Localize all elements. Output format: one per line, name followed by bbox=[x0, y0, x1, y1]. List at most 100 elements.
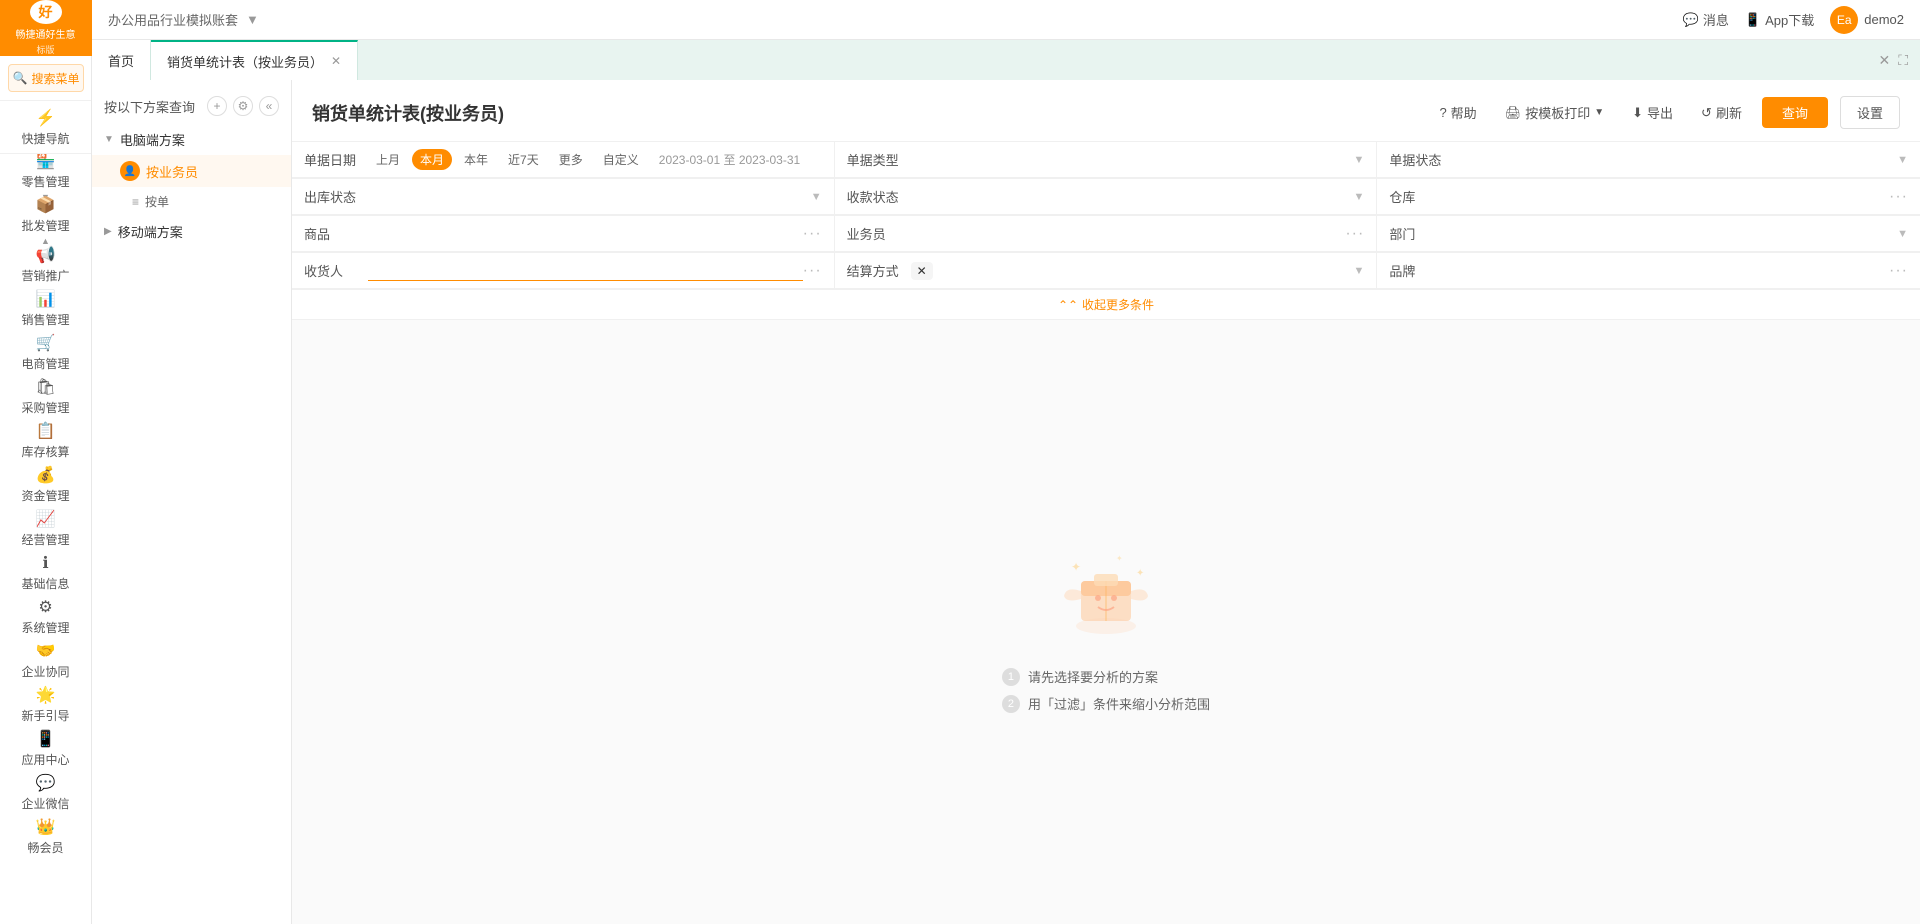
goods-label: 商品 bbox=[304, 224, 360, 243]
sidebar-item-retail[interactable]: 🏪 零售管理 ▼ bbox=[0, 154, 91, 198]
search-menu-button[interactable]: 🔍 搜索菜单 bbox=[8, 64, 84, 92]
sidebar-item-ecommerce[interactable]: 🛒 电商管理 bbox=[0, 330, 91, 374]
ecommerce-icon: 🛒 bbox=[36, 333, 56, 353]
settings-button[interactable]: 设置 bbox=[1840, 96, 1900, 129]
filter-consignee-cell: 收货人 ··· bbox=[292, 253, 835, 289]
dropdown-arrow[interactable]: ▼ bbox=[246, 12, 259, 27]
ecommerce-label: 电商管理 bbox=[21, 355, 69, 372]
app-download-button[interactable]: 📱 App下载 bbox=[1745, 10, 1814, 29]
salesperson-dots: ··· bbox=[1345, 225, 1364, 243]
sidebar-item-enterprise[interactable]: 🤝 企业协同 bbox=[0, 638, 91, 682]
filter-row-4: 收货人 ··· 结算方式 ✕ ▼ bbox=[292, 253, 1920, 290]
filter-goods-cell: 商品 ··· bbox=[292, 216, 835, 252]
tab-sales-stat[interactable]: 销货单统计表（按业务员） ✕ bbox=[151, 40, 358, 80]
pc-group-label: 电脑端方案 bbox=[120, 130, 185, 149]
salesperson-content[interactable]: ··· bbox=[911, 225, 1365, 243]
sidebar-item-marketing[interactable]: 📢 营销推广 bbox=[0, 242, 91, 286]
date-tab-this-month[interactable]: 本月 bbox=[412, 149, 452, 170]
order-scheme-icon: ≡ bbox=[132, 195, 139, 209]
finance-label: 资金管理 bbox=[21, 487, 69, 504]
home-tab-label: 首页 bbox=[108, 51, 134, 70]
maximize-window-button[interactable]: ⛶ bbox=[1898, 52, 1908, 69]
scheme-item-order[interactable]: ≡ 按单 bbox=[92, 187, 291, 216]
sidebar-item-basic-info[interactable]: ℹ 基础信息 bbox=[0, 550, 91, 594]
industry-label: 办公用品行业模拟账套 bbox=[108, 10, 238, 29]
close-window-button[interactable]: ✕ bbox=[1878, 52, 1890, 69]
marketing-icon: 📢 bbox=[36, 245, 56, 265]
filter-brand-cell: 品牌 ··· bbox=[1377, 253, 1920, 289]
page-header: 销货单统计表(按业务员) ? 帮助 🖨 按模板打印 ▼ ⬇ 导出 bbox=[292, 80, 1920, 142]
collapse-filters-button[interactable]: ⌃⌃ 收起更多条件 bbox=[292, 290, 1920, 319]
scheme-tree: ▼ 电脑端方案 👤 按业务员 ≡ 按单 ▶ bbox=[92, 124, 291, 247]
department-content[interactable]: ▼ bbox=[1453, 228, 1908, 240]
scheme-item-salesperson[interactable]: 👤 按业务员 bbox=[92, 155, 291, 187]
tab-home[interactable]: 首页 bbox=[92, 40, 151, 80]
warehouse-content[interactable]: ··· bbox=[1453, 188, 1908, 206]
doc-status-content[interactable]: ▼ bbox=[1453, 154, 1908, 166]
procurement-label: 采购管理 bbox=[21, 399, 69, 416]
brand-dots: ··· bbox=[1889, 262, 1908, 280]
sidebar-item-finance[interactable]: 💰 资金管理 bbox=[0, 462, 91, 506]
goods-content[interactable]: ··· bbox=[368, 225, 822, 243]
app-center-icon: 📱 bbox=[36, 729, 56, 749]
sidebar-menu-list: 🏪 零售管理 ▼ 📦 批发管理 ▲ 📢 营销推广 📊 销售管理 🛒 电商管理 🛍… bbox=[0, 154, 91, 924]
app-name: 畅捷通好生意 bbox=[16, 26, 76, 41]
basic-info-label: 基础信息 bbox=[21, 575, 69, 592]
tab-close-button[interactable]: ✕ bbox=[331, 54, 341, 68]
empty-steps: 1 请先选择要分析的方案 2 用「过滤」条件来缩小分析范围 bbox=[1002, 667, 1210, 713]
export-button[interactable]: ⬇ 导出 bbox=[1624, 99, 1681, 126]
pc-scheme-header[interactable]: ▼ 电脑端方案 bbox=[92, 124, 291, 155]
sidebar-item-sales[interactable]: 📊 销售管理 bbox=[0, 286, 91, 330]
collapse-panel-button[interactable]: « bbox=[259, 96, 279, 116]
settlement-arrow[interactable]: ▼ bbox=[1353, 265, 1364, 277]
help-button[interactable]: ? 帮助 bbox=[1431, 99, 1484, 126]
settings-scheme-button[interactable]: ⚙ bbox=[233, 96, 253, 116]
inventory-icon: 📋 bbox=[36, 421, 56, 441]
out-status-content[interactable]: ▼ bbox=[368, 191, 822, 203]
query-button[interactable]: 查询 bbox=[1762, 97, 1828, 128]
refresh-button[interactable]: ↺ 刷新 bbox=[1693, 99, 1750, 126]
wechat-label: 企业微信 bbox=[21, 795, 69, 812]
step-2-text: 用「过滤」条件来缩小分析范围 bbox=[1028, 694, 1210, 713]
filter-out-status-cell: 出库状态 ▼ bbox=[292, 179, 835, 215]
add-scheme-button[interactable]: + bbox=[207, 96, 227, 116]
date-tab-custom[interactable]: 自定义 bbox=[595, 149, 647, 170]
sidebar-item-system[interactable]: ⚙ 系统管理 bbox=[0, 594, 91, 638]
filter-doc-status-cell: 单据状态 ▼ bbox=[1377, 142, 1920, 178]
date-tab-last-month[interactable]: 上月 bbox=[368, 149, 408, 170]
left-panel: 按以下方案查询 + ⚙ « ▼ 电脑端方案 bbox=[92, 80, 292, 924]
date-filter-content: 上月 本月 本年 近7天 更多 自定义 2023-03-01 至 2023-03… bbox=[368, 149, 822, 170]
sidebar-item-app-center[interactable]: 📱 应用中心 bbox=[0, 726, 91, 770]
sidebar-item-quick-nav[interactable]: ⚡ 快捷导航 bbox=[0, 105, 91, 149]
consignee-dots[interactable]: ··· bbox=[803, 262, 822, 280]
date-tab-7days[interactable]: 近7天 bbox=[500, 149, 547, 170]
sidebar-item-wechat[interactable]: 💬 企业微信 bbox=[0, 770, 91, 814]
date-tab-more[interactable]: 更多 bbox=[551, 149, 591, 170]
doc-type-content[interactable]: ▼ bbox=[911, 154, 1365, 166]
sidebar-item-wholesale[interactable]: 📦 批发管理 ▲ bbox=[0, 198, 91, 242]
user-menu[interactable]: Ea demo2 bbox=[1830, 6, 1904, 34]
sidebar-item-newbie[interactable]: 🌟 新手引导 bbox=[0, 682, 91, 726]
department-arrow: ▼ bbox=[1897, 228, 1908, 240]
template-print-button[interactable]: 🖨 按模板打印 ▼ bbox=[1497, 99, 1612, 126]
sidebar-item-member[interactable]: 👑 畅会员 bbox=[0, 814, 91, 858]
sidebar-item-procurement[interactable]: 🛍 采购管理 bbox=[0, 374, 91, 418]
user-name: demo2 bbox=[1864, 12, 1904, 27]
pc-scheme-group: ▼ 电脑端方案 👤 按业务员 ≡ 按单 bbox=[92, 124, 291, 216]
collection-status-content[interactable]: ▼ bbox=[911, 191, 1365, 203]
tabs-bar: 首页 销货单统计表（按业务员） ✕ ✕ ⛶ bbox=[92, 40, 1920, 80]
settlement-tag-close[interactable]: ✕ bbox=[917, 264, 927, 278]
sidebar-item-inventory[interactable]: 📋 库存核算 bbox=[0, 418, 91, 462]
mobile-scheme-group[interactable]: ▶ 移动端方案 bbox=[92, 216, 291, 247]
empty-step-1: 1 请先选择要分析的方案 bbox=[1002, 667, 1210, 686]
date-tab-this-year[interactable]: 本年 bbox=[456, 149, 496, 170]
consignee-input[interactable] bbox=[368, 261, 803, 281]
brand-content[interactable]: ··· bbox=[1453, 262, 1908, 280]
message-button[interactable]: 💬 消息 bbox=[1683, 10, 1729, 29]
app-logo: 好 畅捷通好生意 标版 bbox=[0, 0, 92, 56]
operations-label: 经营管理 bbox=[21, 531, 69, 548]
page-actions: ? 帮助 🖨 按模板打印 ▼ ⬇ 导出 ↺ 刷新 bbox=[1431, 96, 1900, 129]
sidebar-item-operations[interactable]: 📈 经营管理 bbox=[0, 506, 91, 550]
filter-section: 单据日期 上月 本月 本年 近7天 更多 自定义 2023-03-01 至 20… bbox=[292, 142, 1920, 320]
filter-date-cell: 单据日期 上月 本月 本年 近7天 更多 自定义 2023-03-01 至 20… bbox=[292, 142, 835, 178]
